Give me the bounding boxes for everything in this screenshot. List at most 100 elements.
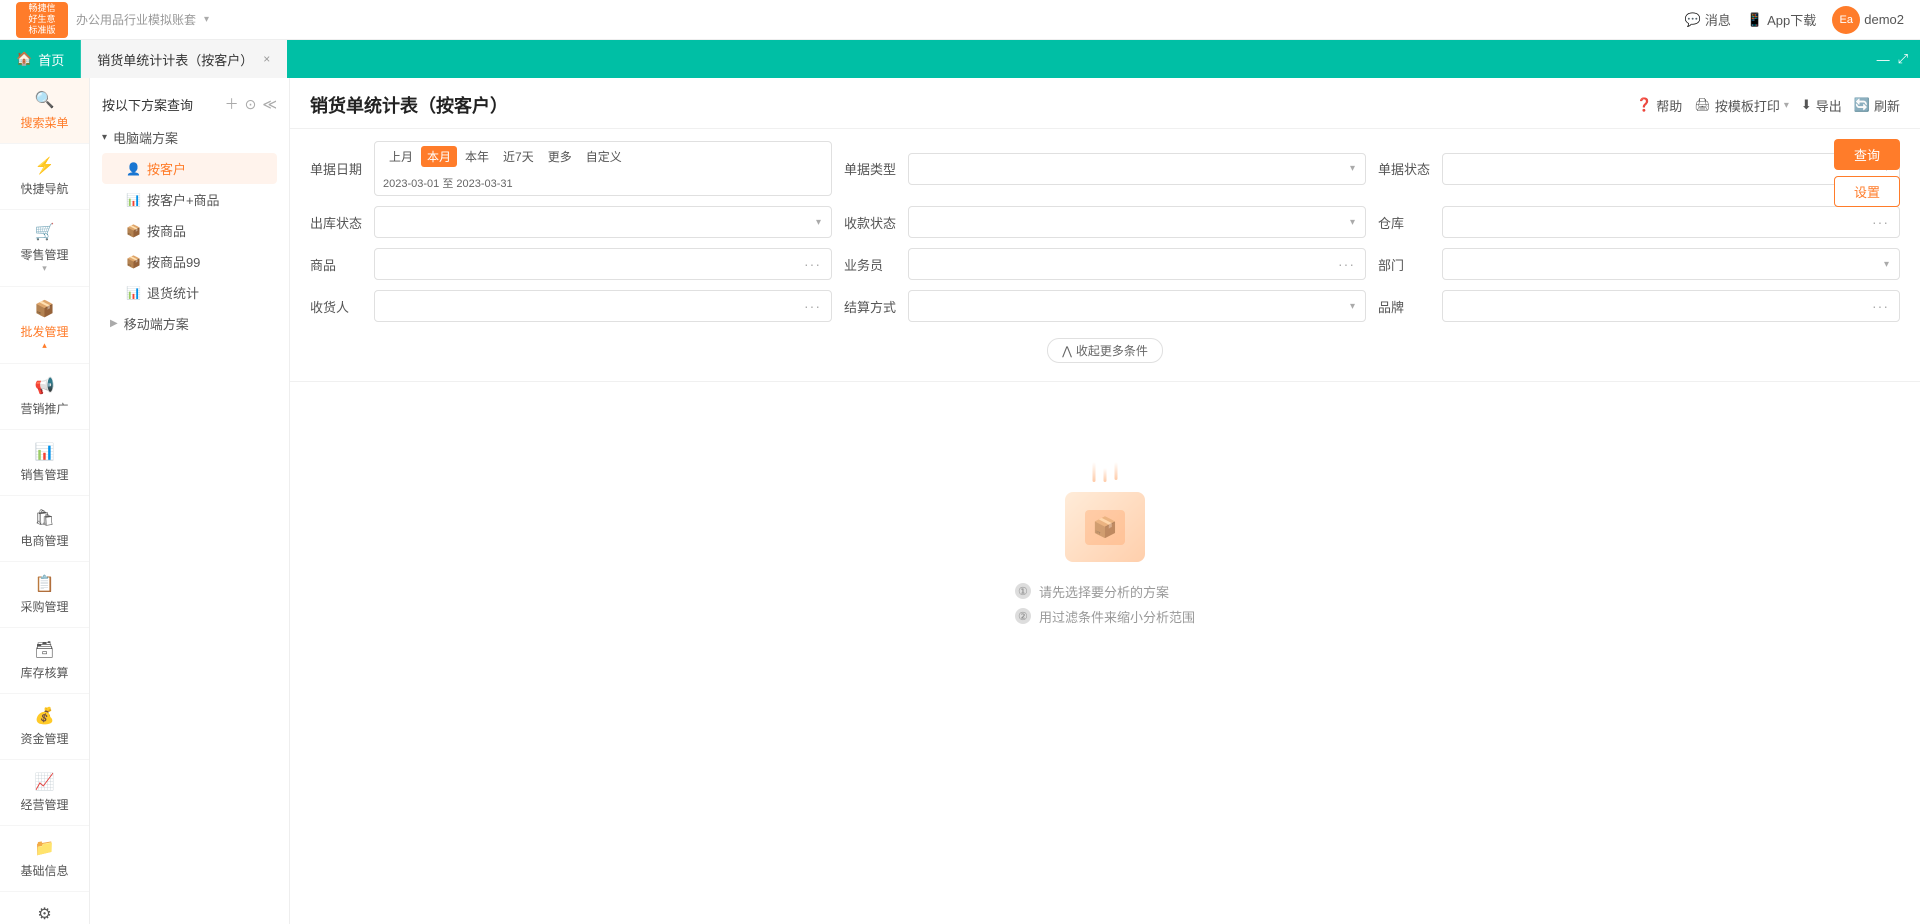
schema-item-by-goods99[interactable]: 📦 按商品99: [102, 246, 277, 277]
tab-close-icon[interactable]: ×: [263, 52, 270, 66]
query-button[interactable]: 查询: [1834, 139, 1900, 170]
add-schema-button[interactable]: ＋: [225, 94, 239, 114]
goods-icon: 📦: [126, 224, 141, 238]
maximize-icon[interactable]: ⤢: [1898, 51, 1908, 67]
sidebar-item-wholesale[interactable]: 📦 批发管理 ▴: [0, 287, 89, 364]
collapse-schema-button[interactable]: ≪: [262, 96, 277, 113]
empty-hints: ① 请先选择要分析的方案 ② 用过滤条件来缩小分析范围: [1015, 582, 1195, 632]
date-shortcuts: 上月 本月 本年 近7天 更多 自定义: [383, 146, 628, 167]
sidebar-item-inventory[interactable]: 🗃 库存核算: [0, 628, 89, 694]
sales-icon: 📊: [35, 442, 55, 462]
schema-item-by-customer[interactable]: 👤 按客户: [102, 153, 277, 184]
goods-label: 商品: [310, 255, 366, 274]
settlement-dropdown[interactable]: ▾: [908, 290, 1366, 322]
filter-date: 单据日期 上月 本月 本年 近7天 更多 自定义 2023-03-01 至 20…: [310, 141, 832, 196]
date-label: 单据日期: [310, 159, 366, 178]
filter-salesperson: 业务员 ···: [844, 248, 1366, 280]
tab-home[interactable]: 🏠 首页: [0, 40, 81, 78]
export-button[interactable]: ⬇ 导出: [1801, 96, 1842, 115]
customer-goods-icon: 📊: [126, 193, 141, 207]
desktop-group-label: 电脑端方案: [113, 128, 178, 147]
date-range-control[interactable]: 上月 本月 本年 近7天 更多 自定义 2023-03-01 至 2023-03…: [374, 141, 832, 196]
date-btn-this-month[interactable]: 本月: [421, 146, 457, 167]
collapse-icon: ⋀: [1062, 344, 1072, 358]
settings-button[interactable]: 设置: [1834, 176, 1900, 207]
message-button[interactable]: 💬 消息: [1685, 10, 1731, 29]
sidebar-item-finance[interactable]: 💰 资金管理: [0, 694, 89, 760]
collapse-button[interactable]: ⋀ 收起更多条件: [1047, 338, 1163, 363]
date-btn-last-month[interactable]: 上月: [383, 146, 419, 167]
desktop-group-title[interactable]: ▾ 电脑端方案: [102, 122, 277, 153]
mobile-group-label: 移动端方案: [124, 314, 189, 333]
receiver-dots: ···: [804, 298, 821, 314]
brand-input[interactable]: ···: [1442, 290, 1900, 322]
sidebar-item-operations[interactable]: 📈 经营管理: [0, 760, 89, 826]
help-button[interactable]: ❓ 帮助: [1636, 96, 1682, 115]
order-status-dropdown[interactable]: ▾: [1442, 153, 1900, 185]
inventory-icon: 🗃: [34, 640, 54, 660]
sidebar-item-retail[interactable]: 🛒 零售管理 ▾: [0, 210, 89, 287]
receiver-input[interactable]: ···: [374, 290, 832, 322]
lightning-icon: ⚡: [35, 156, 55, 176]
filter-row-1: 单据日期 上月 本月 本年 近7天 更多 自定义 2023-03-01 至 20…: [310, 141, 1900, 196]
logo-text: 畅捷信 好生意 标准版: [28, 3, 55, 35]
sidebar-item-system[interactable]: ⚙ 系统管理: [0, 892, 89, 924]
sidebar-item-sales[interactable]: 📊 销售管理: [0, 430, 89, 496]
salesperson-label: 业务员: [844, 255, 900, 274]
minimize-icon[interactable]: —: [1877, 52, 1890, 67]
schema-panel: 按以下方案查询 ＋ ⊙ ≪ ▾ 电脑端方案 👤 按客户 📊 按: [90, 78, 290, 924]
mobile-schema-group: ▶ 移动端方案: [90, 308, 289, 339]
salesperson-input[interactable]: ···: [908, 248, 1366, 280]
outbound-status-label: 出库状态: [310, 213, 366, 232]
sidebar-item-purchase[interactable]: 📋 采购管理: [0, 562, 89, 628]
empty-box-inner: 📦: [1085, 510, 1125, 545]
breadcrumb-dropdown-icon[interactable]: ▾: [204, 14, 209, 25]
schema-item-return-stats[interactable]: 📊 退货统计: [102, 277, 277, 308]
filter-brand: 品牌 ···: [1378, 290, 1900, 322]
date-btn-more[interactable]: 更多: [542, 146, 578, 167]
topbar-left: 畅捷信 好生意 标准版 办公用品行业模拟账套 ▾: [16, 2, 209, 38]
sidebar-item-search[interactable]: 🔍 搜索菜单: [0, 78, 89, 144]
filter-order-status: 单据状态 ▾ 查询 设置: [1378, 141, 1900, 196]
tabbar-window-actions: — ⤢: [1877, 40, 1920, 78]
sidebar-item-ecommerce[interactable]: 🛍 电商管理: [0, 496, 89, 562]
filter-row-2: 出库状态 ▾ 收款状态 ▾: [310, 206, 1900, 238]
wholesale-icon: 📦: [35, 299, 55, 319]
settings-schema-button[interactable]: ⊙: [245, 96, 257, 113]
outbound-status-dropdown[interactable]: ▾: [374, 206, 832, 238]
date-btn-custom[interactable]: 自定义: [580, 146, 628, 167]
sidebar-item-basic-info[interactable]: 📁 基础信息: [0, 826, 89, 892]
content-area: 按以下方案查询 ＋ ⊙ ≪ ▾ 电脑端方案 👤 按客户 📊 按: [90, 78, 1920, 924]
search-icon: 🔍: [35, 90, 55, 110]
mobile-group-title[interactable]: ▶ 移动端方案: [102, 308, 277, 339]
receipt-status-label: 收款状态: [844, 213, 900, 232]
user-profile[interactable]: Ea demo2: [1832, 6, 1904, 34]
filter-area: 单据日期 上月 本月 本年 近7天 更多 自定义 2023-03-01 至 20…: [290, 129, 1920, 381]
report-title: 销货单统计表（按客户）: [310, 92, 508, 118]
refresh-button[interactable]: 🔄 刷新: [1854, 96, 1900, 115]
app-download-button[interactable]: 📱 App下载: [1747, 10, 1816, 29]
filter-settlement: 结算方式 ▾: [844, 290, 1366, 322]
empty-box: 📦: [1065, 492, 1145, 562]
schema-item-customer-goods[interactable]: 📊 按客户+商品: [102, 184, 277, 215]
sidebar-item-shortcuts[interactable]: ⚡ 快捷导航: [0, 144, 89, 210]
dept-dropdown[interactable]: ▾: [1442, 248, 1900, 280]
sidebar-item-marketing[interactable]: 📢 营销推广: [0, 364, 89, 430]
filter-goods: 商品 ···: [310, 248, 832, 280]
app-icon: 📱: [1747, 12, 1763, 28]
date-range-text: 2023-03-01 至 2023-03-31: [383, 173, 823, 191]
report-header: 销货单统计表（按客户） ❓ 帮助 🖨 按模板打印 ▾ ⬇ 导出: [290, 78, 1920, 129]
date-btn-last-7days[interactable]: 近7天: [497, 146, 540, 167]
breadcrumb: 办公用品行业模拟账套: [76, 11, 196, 28]
warehouse-input[interactable]: ···: [1442, 206, 1900, 238]
tab-active[interactable]: 销货单统计计表（按客户） ×: [81, 40, 287, 78]
date-btn-this-year[interactable]: 本年: [459, 146, 495, 167]
tabbar: 🏠 首页 销货单统计计表（按客户） × — ⤢: [0, 40, 1920, 78]
receipt-status-dropdown[interactable]: ▾: [908, 206, 1366, 238]
empty-illustration: 📦: [1045, 462, 1165, 562]
goods-input[interactable]: ···: [374, 248, 832, 280]
filter-receipt-status: 收款状态 ▾: [844, 206, 1366, 238]
order-type-dropdown[interactable]: ▾: [908, 153, 1366, 185]
schema-item-by-goods[interactable]: 📦 按商品: [102, 215, 277, 246]
print-button[interactable]: 🖨 按模板打印 ▾: [1694, 96, 1789, 115]
